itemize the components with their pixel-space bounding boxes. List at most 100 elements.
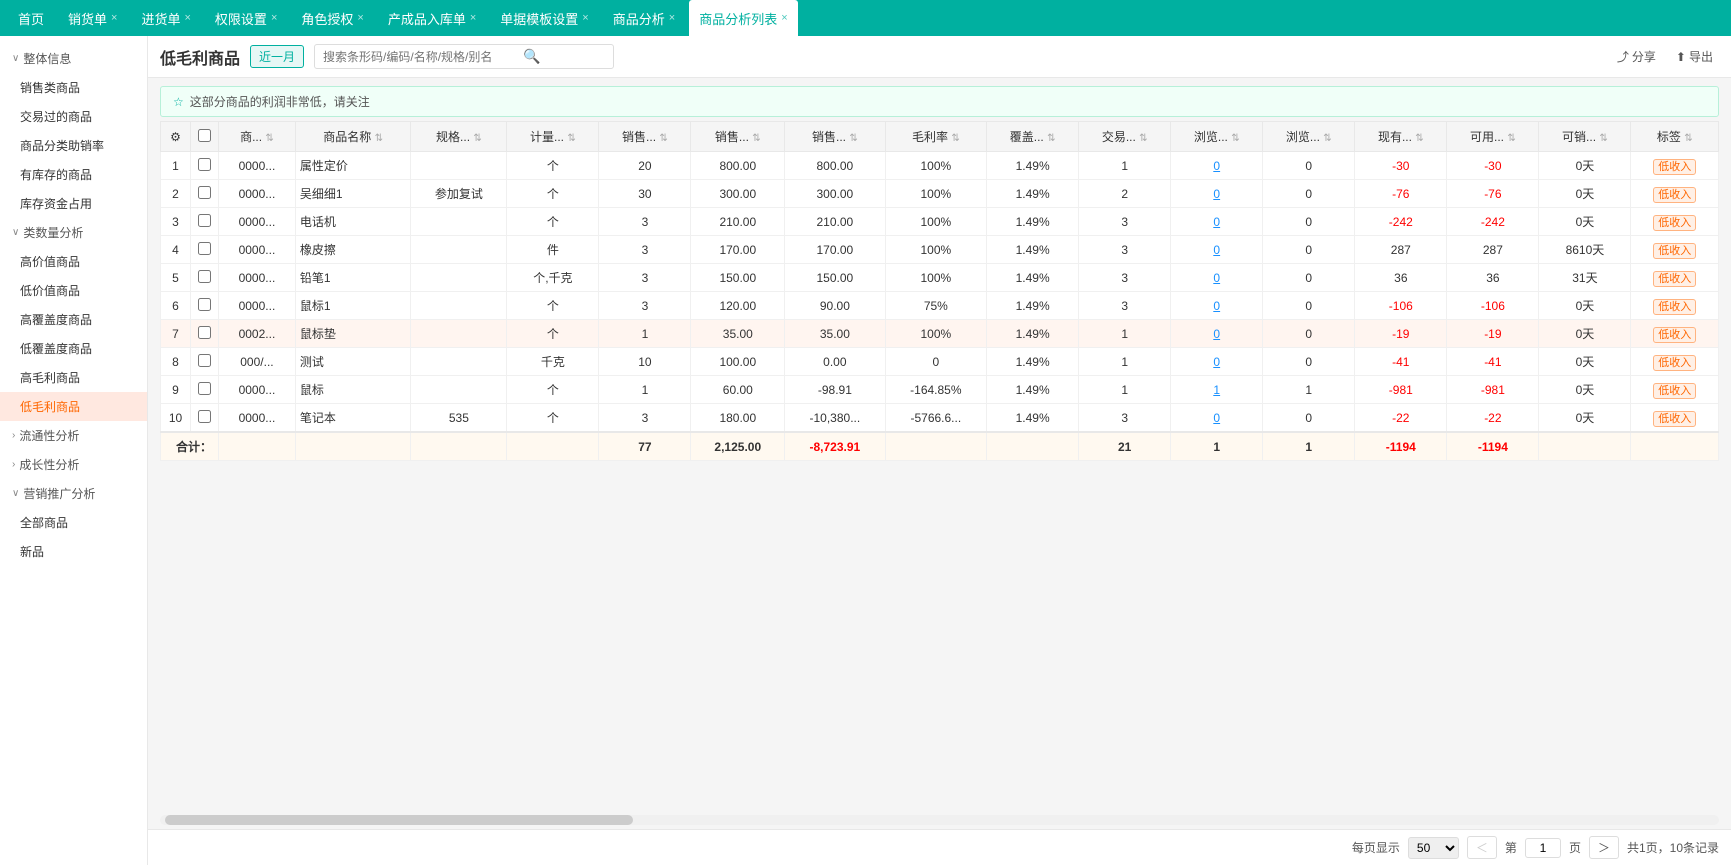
- row-checkbox[interactable]: [191, 264, 219, 292]
- col-sellable[interactable]: 可销... ⇅: [1539, 122, 1631, 152]
- search-input[interactable]: [323, 50, 523, 64]
- row-checkbox[interactable]: [191, 236, 219, 264]
- row-checkbox[interactable]: [191, 292, 219, 320]
- col-gross-margin[interactable]: 毛利率 ⇅: [885, 122, 987, 152]
- sidebar-group-overall[interactable]: ∨ 整体信息: [0, 44, 147, 73]
- select-all-checkbox[interactable]: [198, 129, 211, 142]
- col-name[interactable]: 商品名称 ⇅: [295, 122, 411, 152]
- nav-item-home[interactable]: 首页: [8, 0, 54, 36]
- row-select-checkbox[interactable]: [198, 158, 211, 171]
- row-select-checkbox[interactable]: [198, 214, 211, 227]
- nav-item-product-analysis[interactable]: 商品分析 ×: [603, 0, 685, 36]
- sidebar-item-low-margin[interactable]: 低毛利商品: [0, 392, 147, 421]
- row-views-link[interactable]: 0: [1171, 320, 1263, 348]
- sidebar-item-stock-fund[interactable]: 库存资金占用: [0, 189, 147, 218]
- row-views-link[interactable]: 0: [1171, 180, 1263, 208]
- col-available[interactable]: 可用... ⇅: [1447, 122, 1539, 152]
- sidebar-item-all-goods[interactable]: 全部商品: [0, 508, 147, 537]
- row-checkbox[interactable]: [191, 152, 219, 180]
- sidebar-group-quantity[interactable]: ∨ 类数量分析: [0, 218, 147, 247]
- row-checkbox[interactable]: [191, 376, 219, 404]
- row-views-link[interactable]: 0: [1171, 152, 1263, 180]
- share-button[interactable]: ⤴ 分享: [1611, 45, 1662, 68]
- row-select-checkbox[interactable]: [198, 326, 211, 339]
- row-select-checkbox[interactable]: [198, 382, 211, 395]
- horizontal-scrollbar[interactable]: [160, 815, 1719, 825]
- sidebar-item-high-margin[interactable]: 高毛利商品: [0, 363, 147, 392]
- nav-item-purchase[interactable]: 进货单 ×: [131, 0, 200, 36]
- row-views-link[interactable]: 0: [1171, 236, 1263, 264]
- row-views-link[interactable]: 0: [1171, 208, 1263, 236]
- close-icon[interactable]: ×: [271, 12, 277, 24]
- sidebar-group-growth[interactable]: › 成长性分析: [0, 450, 147, 479]
- col-coverage[interactable]: 覆盖... ⇅: [987, 122, 1079, 152]
- next-page-button[interactable]: ＞: [1589, 836, 1619, 859]
- row-views-link[interactable]: 0: [1171, 292, 1263, 320]
- current-page-input[interactable]: [1525, 838, 1561, 858]
- row-views-link[interactable]: 0: [1171, 348, 1263, 376]
- row-name: 鼠标1: [295, 292, 411, 320]
- col-current-stock[interactable]: 现有... ⇅: [1355, 122, 1447, 152]
- export-button[interactable]: ⬆ 导出: [1670, 45, 1719, 68]
- row-select-checkbox[interactable]: [198, 270, 211, 283]
- close-icon[interactable]: ×: [357, 12, 363, 24]
- row-views-link[interactable]: 1: [1171, 376, 1263, 404]
- row-views-link[interactable]: 0: [1171, 404, 1263, 433]
- nav-item-sales[interactable]: 销货单 ×: [58, 0, 127, 36]
- nav-item-permission[interactable]: 权限设置 ×: [205, 0, 287, 36]
- sidebar-group-circulation[interactable]: › 流通性分析: [0, 421, 147, 450]
- nav-item-role[interactable]: 角色授权 ×: [291, 0, 373, 36]
- row-name: 测试: [295, 348, 411, 376]
- date-filter-button[interactable]: 近一月: [250, 45, 304, 68]
- col-unit[interactable]: 计量... ⇅: [507, 122, 599, 152]
- sidebar-item-low-coverage[interactable]: 低覆盖度商品: [0, 334, 147, 363]
- close-icon[interactable]: ×: [184, 12, 190, 24]
- sidebar-item-low-value[interactable]: 低价值商品: [0, 276, 147, 305]
- row-select-checkbox[interactable]: [198, 298, 211, 311]
- sidebar-item-traded-goods[interactable]: 交易过的商品: [0, 102, 147, 131]
- col-sales-price[interactable]: 销售... ⇅: [691, 122, 785, 152]
- sidebar-item-in-stock[interactable]: 有库存的商品: [0, 160, 147, 189]
- scrollbar-thumb[interactable]: [165, 815, 633, 825]
- close-icon[interactable]: ×: [669, 12, 675, 24]
- col-sales-amount[interactable]: 销售... ⇅: [785, 122, 885, 152]
- close-icon[interactable]: ×: [111, 12, 117, 24]
- per-page-select[interactable]: 50 100 200: [1408, 837, 1459, 859]
- col-views[interactable]: 浏览... ⇅: [1263, 122, 1355, 152]
- col-tag[interactable]: 标签 ⇅: [1631, 122, 1719, 152]
- close-icon[interactable]: ×: [470, 12, 476, 24]
- col-transactions[interactable]: 交易... ⇅: [1079, 122, 1171, 152]
- row-views-link[interactable]: 0: [1171, 264, 1263, 292]
- sidebar-item-new-goods[interactable]: 新品: [0, 537, 147, 566]
- row-select-checkbox[interactable]: [198, 410, 211, 423]
- col-views-link[interactable]: 浏览... ⇅: [1171, 122, 1263, 152]
- close-icon[interactable]: ×: [582, 12, 588, 24]
- sidebar-item-sales-rate[interactable]: 商品分类助销率: [0, 131, 147, 160]
- header-actions: ⤴ 分享 ⬆ 导出: [1611, 45, 1719, 68]
- close-icon[interactable]: ×: [781, 12, 787, 24]
- col-sales-qty[interactable]: 销售... ⇅: [599, 122, 691, 152]
- row-select-checkbox[interactable]: [198, 186, 211, 199]
- nav-item-product-entry[interactable]: 产成品入库单 ×: [378, 0, 486, 36]
- sidebar-item-high-value[interactable]: 高价值商品: [0, 247, 147, 276]
- row-checkbox[interactable]: [191, 404, 219, 433]
- col-spec[interactable]: 规格... ⇅: [411, 122, 507, 152]
- search-icon[interactable]: 🔍: [523, 48, 540, 65]
- col-settings[interactable]: ⚙: [161, 122, 191, 152]
- col-checkbox[interactable]: [191, 122, 219, 152]
- row-checkbox[interactable]: [191, 208, 219, 236]
- col-code[interactable]: 商... ⇅: [219, 122, 296, 152]
- prev-page-button[interactable]: ＜: [1467, 836, 1497, 859]
- nav-item-template[interactable]: 单据模板设置 ×: [490, 0, 598, 36]
- row-gross-margin: -164.85%: [885, 376, 987, 404]
- sidebar-group-marketing[interactable]: ∨ 营销推广分析: [0, 479, 147, 508]
- nav-item-analysis-list[interactable]: 商品分析列表 ×: [689, 0, 797, 36]
- sidebar-item-high-coverage[interactable]: 高覆盖度商品: [0, 305, 147, 334]
- row-checkbox[interactable]: [191, 180, 219, 208]
- row-select-checkbox[interactable]: [198, 354, 211, 367]
- row-select-checkbox[interactable]: [198, 242, 211, 255]
- sidebar-item-sales-goods[interactable]: 销售类商品: [0, 73, 147, 102]
- row-transactions: 1: [1079, 152, 1171, 180]
- row-checkbox[interactable]: [191, 348, 219, 376]
- row-checkbox[interactable]: [191, 320, 219, 348]
